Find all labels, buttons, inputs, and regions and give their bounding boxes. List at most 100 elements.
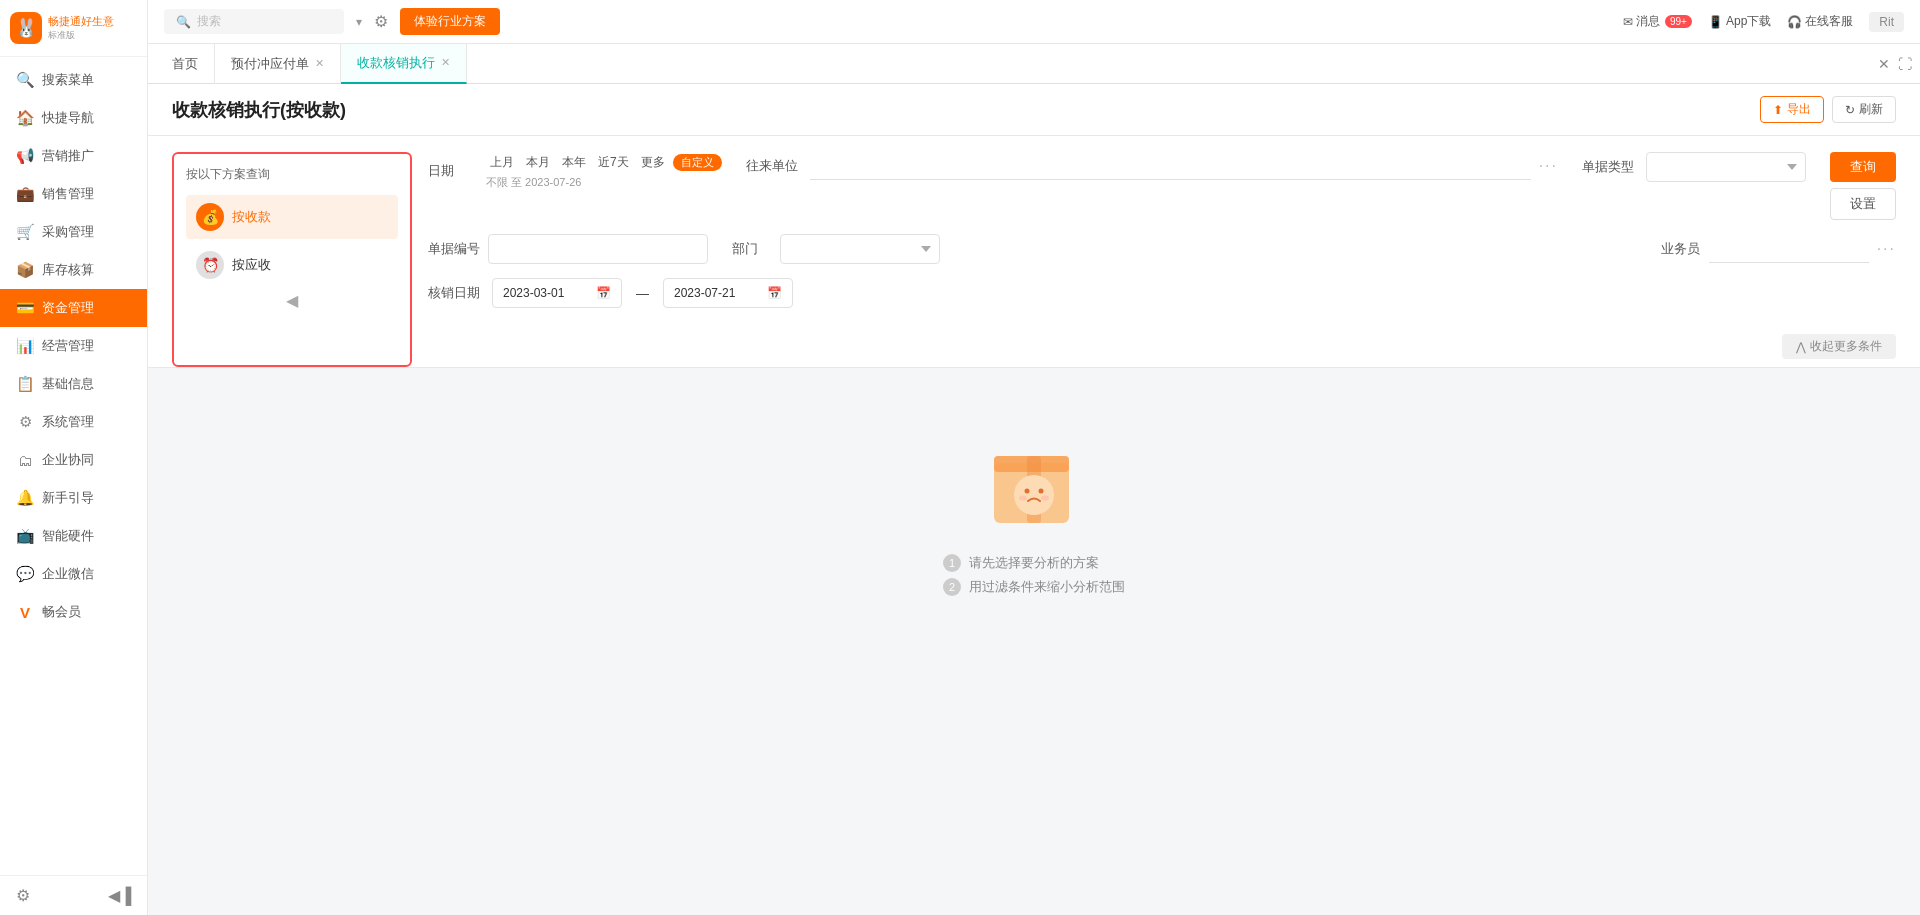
message-item[interactable]: ✉ 消息 99+ <box>1623 13 1692 30</box>
sidebar-item-management[interactable]: 📊 经营管理 <box>0 327 147 365</box>
empty-hints: 1 请先选择要分析的方案 2 用过滤条件来缩小分析范围 <box>943 554 1125 596</box>
sidebar-item-label: 智能硬件 <box>42 527 94 545</box>
sidebar-item-finance[interactable]: 💳 资金管理 <box>0 289 147 327</box>
chevron-left-icon: ◀ <box>286 291 298 310</box>
logo-icon: 🐰 <box>10 12 42 44</box>
sidebar-item-system[interactable]: ⚙ 系统管理 <box>0 403 147 441</box>
date-btn-custom[interactable]: 自定义 <box>673 154 722 171</box>
sidebar-item-collab[interactable]: 🗂 企业协同 <box>0 441 147 479</box>
sidebar-item-purchase[interactable]: 🛒 采购管理 <box>0 213 147 251</box>
filter-option-by-collection[interactable]: 💰 按收款 <box>186 195 398 239</box>
sidebar-item-hardware[interactable]: 📺 智能硬件 <box>0 517 147 555</box>
filter-row-1: 日期 上月 本月 本年 近7天 更多 自定义 不限 至 <box>428 152 1896 220</box>
page-header-actions: ⬆ 导出 ↻ 刷新 <box>1760 96 1896 123</box>
collection-icon: 💰 <box>196 203 224 231</box>
collapse-more-button[interactable]: ⋀ 收起更多条件 <box>1782 334 1896 359</box>
date-btn-this-month[interactable]: 本月 <box>522 152 554 173</box>
tab-close-all-icon[interactable]: ✕ <box>1878 56 1890 72</box>
app-download-item[interactable]: 📱 App下载 <box>1708 13 1771 30</box>
industry-solution-button[interactable]: 体验行业方案 <box>400 8 500 35</box>
department-field: 部门 <box>732 234 1637 264</box>
filter-area: 按以下方案查询 💰 按收款 ⏰ 按应收 ◀ <box>148 136 1920 368</box>
filter-option-by-receivable[interactable]: ⏰ 按应收 <box>186 243 398 287</box>
hint-num-1: 1 <box>943 554 961 572</box>
department-select[interactable] <box>780 234 940 264</box>
sidebar-menu: 🔍 搜索菜单 🏠 快捷导航 📢 营销推广 💼 销售管理 🛒 采购管理 📦 库存核… <box>0 57 147 875</box>
sidebar-item-search[interactable]: 🔍 搜索菜单 <box>0 61 147 99</box>
export-button[interactable]: ⬆ 导出 <box>1760 96 1824 123</box>
salesperson-more-icon[interactable]: ··· <box>1877 240 1896 258</box>
hint-text-1: 请先选择要分析的方案 <box>969 554 1099 572</box>
setting-button[interactable]: 设置 <box>1830 188 1896 220</box>
app-download-label: App下载 <box>1726 13 1771 30</box>
purchase-icon: 🛒 <box>16 223 34 241</box>
sidebar-item-marketing[interactable]: 📢 营销推广 <box>0 137 147 175</box>
collapse-sidebar-icon[interactable]: ◀▐ <box>108 886 131 905</box>
verify-date-end[interactable]: 2023-07-21 📅 <box>663 278 793 308</box>
tab-collection-close-icon[interactable]: ✕ <box>441 56 450 69</box>
user-profile[interactable]: Rit <box>1869 12 1904 32</box>
salesperson-label: 业务员 <box>1661 240 1701 258</box>
counterparty-input-area[interactable] <box>810 152 1531 180</box>
counterparty-more-icon[interactable]: ··· <box>1539 157 1558 175</box>
online-service-item[interactable]: 🎧 在线客服 <box>1787 13 1853 30</box>
salesperson-input-area[interactable] <box>1709 235 1869 263</box>
inventory-icon: 📦 <box>16 261 34 279</box>
tab-collection[interactable]: 收款核销执行 ✕ <box>341 44 467 84</box>
verify-date-label: 核销日期 <box>428 284 484 302</box>
tab-home[interactable]: 首页 <box>156 44 215 84</box>
sidebar-item-sales[interactable]: 💼 销售管理 <box>0 175 147 213</box>
tab-expand-icon[interactable]: ⛶ <box>1898 56 1912 72</box>
date-btn-last-month[interactable]: 上月 <box>486 152 518 173</box>
sidebar-item-label: 资金管理 <box>42 299 94 317</box>
sidebar-item-label: 快捷导航 <box>42 109 94 127</box>
filter-body: 按以下方案查询 💰 按收款 ⏰ 按应收 ◀ <box>148 136 1920 367</box>
topbar: 🔍 搜索 ▾ ⚙ 体验行业方案 ✉ 消息 99+ 📱 App下载 🎧 在线客服 … <box>148 0 1920 44</box>
date-options-group: 上月 本月 本年 近7天 更多 自定义 不限 至 2023-07-26 <box>486 152 722 190</box>
topbar-dropdown-arrow[interactable]: ▾ <box>356 15 362 29</box>
svg-point-4 <box>1025 489 1030 494</box>
sidebar-item-label: 经营管理 <box>42 337 94 355</box>
search-placeholder: 搜索 <box>197 13 221 30</box>
svg-point-6 <box>1019 496 1027 501</box>
sidebar-item-quick[interactable]: 🏠 快捷导航 <box>0 99 147 137</box>
department-label: 部门 <box>732 240 772 258</box>
tab-collection-label: 收款核销执行 <box>357 54 435 72</box>
sidebar-item-label: 营销推广 <box>42 147 94 165</box>
doc-type-label: 单据类型 <box>1582 158 1638 176</box>
sidebar-item-inventory[interactable]: 📦 库存核算 <box>0 251 147 289</box>
sidebar-item-label: 库存核算 <box>42 261 94 279</box>
receivable-icon: ⏰ <box>196 251 224 279</box>
sidebar-item-label: 企业微信 <box>42 565 94 583</box>
refresh-button[interactable]: ↻ 刷新 <box>1832 96 1896 123</box>
date-btn-this-year[interactable]: 本年 <box>558 152 590 173</box>
service-icon: 🎧 <box>1787 15 1802 29</box>
sidebar-item-basic-info[interactable]: 📋 基础信息 <box>0 365 147 403</box>
tab-prepay[interactable]: 预付冲应付单 ✕ <box>215 44 341 84</box>
doc-type-field: 单据类型 <box>1582 152 1806 182</box>
sidebar-item-member[interactable]: V 畅会员 <box>0 593 147 631</box>
doc-type-select[interactable] <box>1646 152 1806 182</box>
tab-prepay-close-icon[interactable]: ✕ <box>315 57 324 70</box>
scheme-collapse-button[interactable]: ◀ <box>186 291 398 310</box>
refresh-icon: ↻ <box>1845 103 1855 117</box>
topbar-gear-icon[interactable]: ⚙ <box>374 12 388 31</box>
date-btn-7days[interactable]: 近7天 <box>594 152 633 173</box>
tabbar: 首页 预付冲应付单 ✕ 收款核销执行 ✕ ✕ ⛶ <box>148 44 1920 84</box>
home-icon: 🏠 <box>16 109 34 127</box>
date-btn-more[interactable]: 更多 <box>637 152 669 173</box>
export-icon: ⬆ <box>1773 103 1783 117</box>
marketing-icon: 📢 <box>16 147 34 165</box>
query-button[interactable]: 查询 <box>1830 152 1896 182</box>
hint-num-2: 2 <box>943 578 961 596</box>
empty-illustration <box>979 428 1089 538</box>
sidebar-item-wechat[interactable]: 💬 企业微信 <box>0 555 147 593</box>
settings-footer-icon[interactable]: ⚙ <box>16 886 30 905</box>
sidebar-item-guide[interactable]: 🔔 新手引导 <box>0 479 147 517</box>
verify-date-start[interactable]: 2023-03-01 📅 <box>492 278 622 308</box>
empty-hint-2: 2 用过滤条件来缩小分析范围 <box>943 578 1125 596</box>
doc-number-input[interactable] <box>488 234 708 264</box>
sales-icon: 💼 <box>16 185 34 203</box>
date-label: 日期 <box>428 162 478 180</box>
topbar-search[interactable]: 🔍 搜索 <box>164 9 344 34</box>
